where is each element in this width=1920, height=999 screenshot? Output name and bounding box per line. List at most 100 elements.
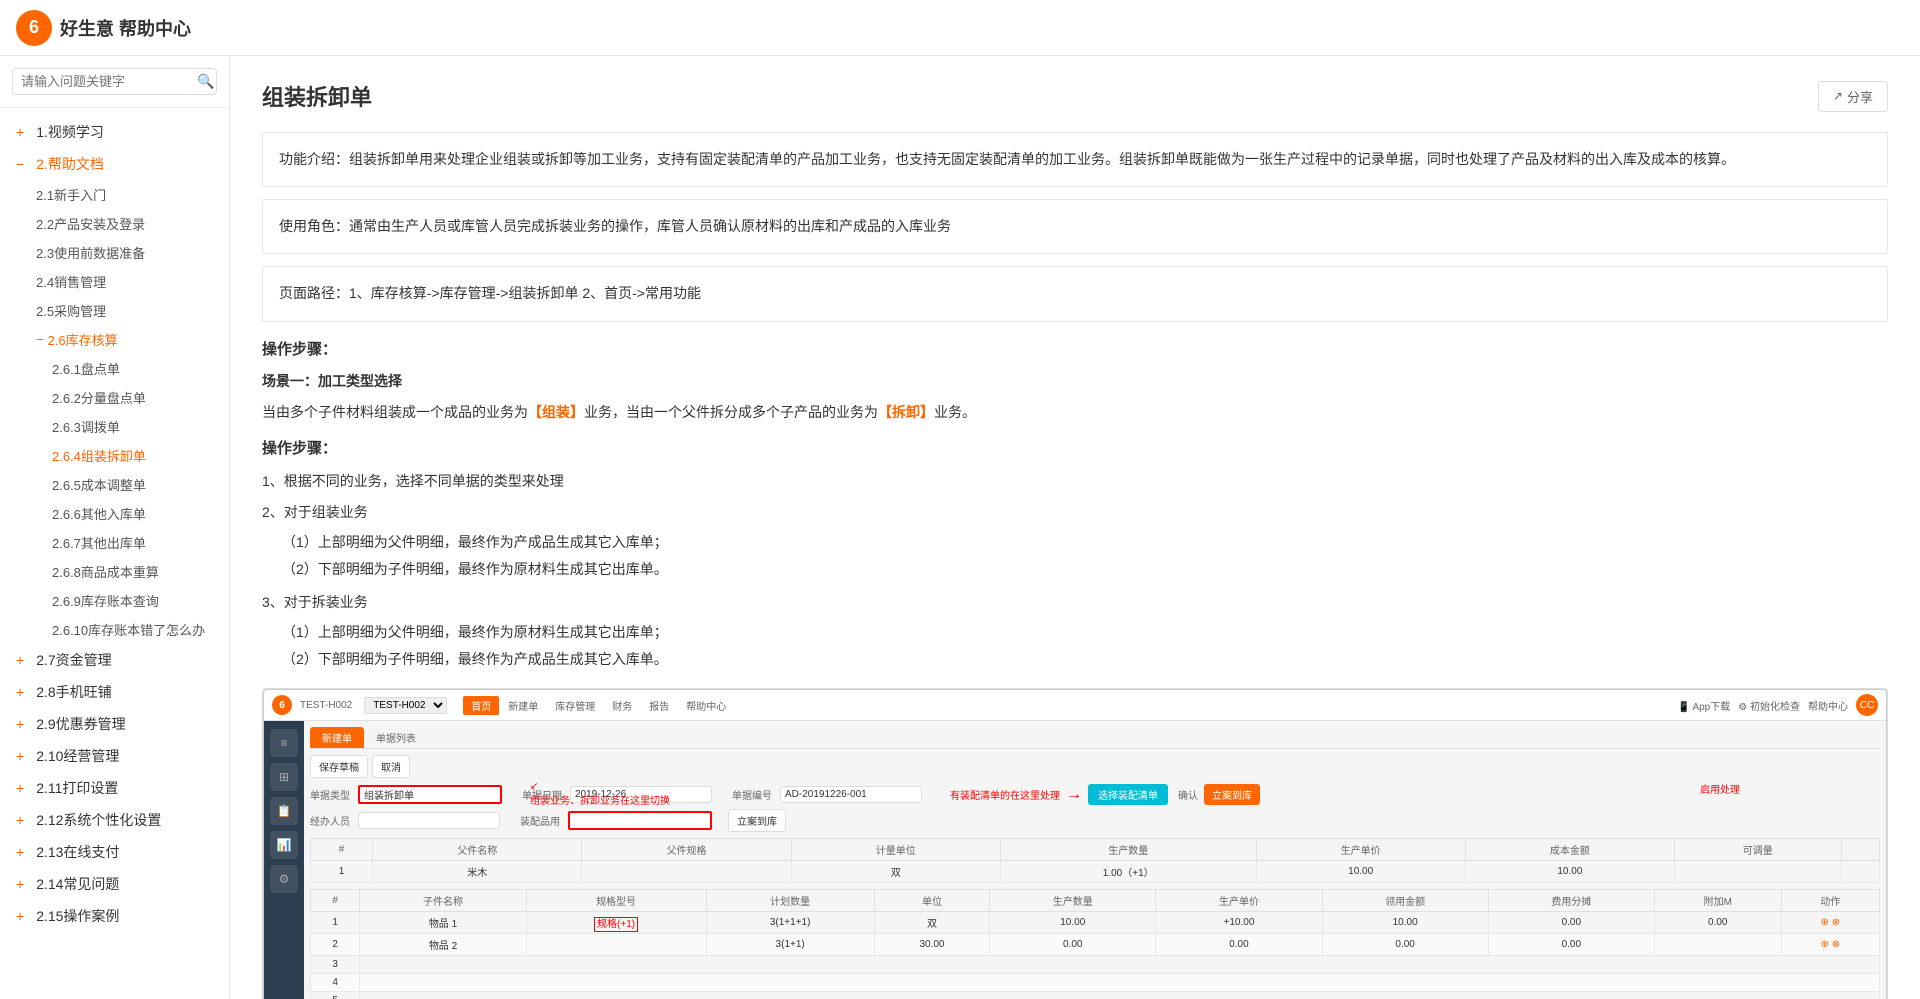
lower-r2-alloc: 0.00 [1488,934,1654,956]
plus-icon-28: + [16,684,24,700]
sidebar-item-28[interactable]: + 2.8手机旺铺 [0,676,229,708]
no-input[interactable] [780,786,922,803]
save-draft-btn[interactable]: 保存草稿 [310,755,368,778]
sidebar-sub-24[interactable]: 2.4销售管理 [0,267,229,296]
sidebar-item-213[interactable]: + 2.13在线支付 [0,836,229,868]
logo-area: 6 好生意 帮助中心 [16,10,191,46]
plus-icon-214: + [16,876,24,892]
tab-new[interactable]: 新建单 [310,727,364,748]
lower-r3-empty [360,956,1880,974]
sidebar-item-214[interactable]: + 2.14常见问题 [0,868,229,900]
share-button[interactable]: ↗ 分享 [1818,81,1888,112]
bom-input[interactable] [570,813,710,828]
nav-home[interactable]: 首页 [463,696,499,715]
content-inner: 组装拆卸单 ↗ 分享 功能介绍：组装拆卸单用来处理企业组装或拆卸等加工业务，支持… [230,56,1920,999]
sidebar-sub-22[interactable]: 2.2产品安装及登录 [0,209,229,238]
lower-r2-cost: 0.00 [1322,934,1488,956]
confirm-stock-btn[interactable]: 立案到库 [728,809,786,832]
sidebar-sub-25[interactable]: 2.5采购管理 [0,296,229,325]
sidebar-item-211[interactable]: + 2.11打印设置 [0,772,229,804]
lower-col-prod-price: 生产单价 [1156,890,1322,912]
nav-help[interactable]: 帮助中心 [678,696,734,715]
sidebar-sub-264[interactable]: 2.6.4组装拆卸单 [0,441,229,470]
company-name: TEST-H002 [300,700,352,711]
lower-table-head: # 子件名称 规格型号 计划数量 单位 生产数量 生产单价 领用金额 [311,890,1880,912]
sidebar-sub-268[interactable]: 2.6.8商品成本重算 [0,557,229,586]
sidebar-sub-2610[interactable]: 2.6.10库存账本错了怎么办 [0,615,229,644]
nav-report[interactable]: 报告 [641,696,677,715]
cancel-btn[interactable]: 取消 [372,755,410,778]
sidebar-item-215[interactable]: + 2.15操作案例 [0,900,229,932]
sidebar-sub-265[interactable]: 2.6.5成本调整单 [0,470,229,499]
sidebar-item-29[interactable]: + 2.9优惠券管理 [0,708,229,740]
sidebar-item-video-label: 1.视频学习 [36,122,104,142]
lower-table-area: # 子件名称 规格型号 计划数量 单位 生产数量 生产单价 领用金额 [310,889,1880,999]
nav-stock[interactable]: 库存管理 [547,696,603,715]
col-unit: 计量单位 [791,839,1000,861]
lower-r2-prod-price: 0.00 [1156,934,1322,956]
sidebar-item-210[interactable]: + 2.10经营管理 [0,740,229,772]
upper-row-prod-price: 10.00 [1256,861,1465,883]
sidebar-sub-21[interactable]: 2.1新手入门 [0,180,229,209]
form-tabs: 新建单 单据列表 [310,727,1880,749]
app-nav: 首页 新建单 库存管理 财务 报告 帮助中心 [463,696,734,715]
upper-table-header-row: # 父件名称 父件规格 计量单位 生产数量 生产单价 成本金额 可调量 [311,839,1880,861]
save-to-stock-btn[interactable]: 立案到库 [1204,784,1260,805]
type-input[interactable] [360,787,500,802]
search-button[interactable]: 🔍 [197,73,214,90]
sidebar-sub-266[interactable]: 2.6.6其他入库单 [0,499,229,528]
lower-row-2: 2 物品 2 3(1+1) 30.00 0.00 0.00 0.00 [311,934,1880,956]
lower-r2-spec [526,934,706,956]
confirm-btn-label: 确认 [1178,787,1198,802]
app-topbar: 6 TEST-H002 TEST-H002 首页 新建单 库存管理 财务 报告 … [264,690,1886,721]
step1: 1、根据不同的业务，选择不同单据的类型来处理 [262,468,1888,495]
upper-row-adjust [1675,861,1842,883]
action-icon-1[interactable]: ⊕ ⊗ [1821,917,1841,928]
help-center-link: 帮助中心 [1808,698,1848,713]
upper-row-index: 1 [311,861,373,883]
app-logo: 6 [272,695,292,715]
lower-r1-idx: 1 [311,912,360,934]
upper-row-cost: 10.00 [1465,861,1674,883]
lower-r4-idx: 4 [311,974,360,992]
sidebar-icon-3: 📋 [270,797,298,825]
lower-r1-cost: 10.00 [1322,912,1488,934]
tab-list[interactable]: 单据列表 [364,727,428,748]
sidebar-sub-262[interactable]: 2.6.2分量盘点单 [0,383,229,412]
plus-icon-212: + [16,812,24,828]
steps-label: 操作步骤： [262,437,1888,458]
action-icon-2[interactable]: ⊕ ⊗ [1821,939,1841,950]
lower-col-name: 子件名称 [360,890,526,912]
user-avatar: CC [1856,694,1878,716]
logo-icon: 6 [16,10,52,46]
annotation3-text: 启用处理 [1700,785,1740,796]
sidebar-item-27[interactable]: + 2.7资金管理 [0,644,229,676]
select-bom-btn[interactable]: 选择装配清单 [1088,784,1168,805]
sidebar-sub-261[interactable]: 2.6.1盘点单 [0,354,229,383]
sidebar-item-212[interactable]: + 2.12系统个性化设置 [0,804,229,836]
nav-new[interactable]: 新建单 [500,696,546,715]
search-input[interactable] [21,74,197,89]
annotation3-area: 启用处理 [1700,781,1740,796]
sidebar-sub-267[interactable]: 2.6.7其他出库单 [0,528,229,557]
lower-row-1: 1 物品 1 规格(+1) 3(1+1+1) 双 10.00 [311,912,1880,934]
lower-r5-idx: 5 [311,992,360,999]
sidebar-sub-269[interactable]: 2.6.9库存账本查询 [0,586,229,615]
lower-r1-alloc: 0.00 [1488,912,1654,934]
company-select[interactable]: TEST-H002 [364,697,447,714]
sidebar-sub-23[interactable]: 2.3使用前数据准备 [0,238,229,267]
sidebar-item-video[interactable]: + 1.视频学习 [0,116,229,148]
nav-finance[interactable]: 财务 [604,696,640,715]
search-box: 🔍 [0,56,229,108]
sidebar-sub-263[interactable]: 2.6.3调拨单 [0,412,229,441]
arrow-down-icon: ↙ [530,781,538,792]
sidebar-icon-4: 📊 [270,831,298,859]
sidebar-item-docs[interactable]: − 2.帮助文档 [0,148,229,180]
staff-input[interactable] [358,812,500,829]
lower-r3-idx: 3 [311,956,360,974]
annotation2-area: ↙ 组装业务、拆卸业务在这里切换 [530,781,670,807]
bom-input-wrapper [568,811,712,830]
sidebar-sub-26[interactable]: − 2.6库存核算 [0,325,229,354]
user-area: 📱 App下载 ⚙ 初始化检查 帮助中心 CC [1678,694,1878,716]
upper-row-spec [582,861,791,883]
